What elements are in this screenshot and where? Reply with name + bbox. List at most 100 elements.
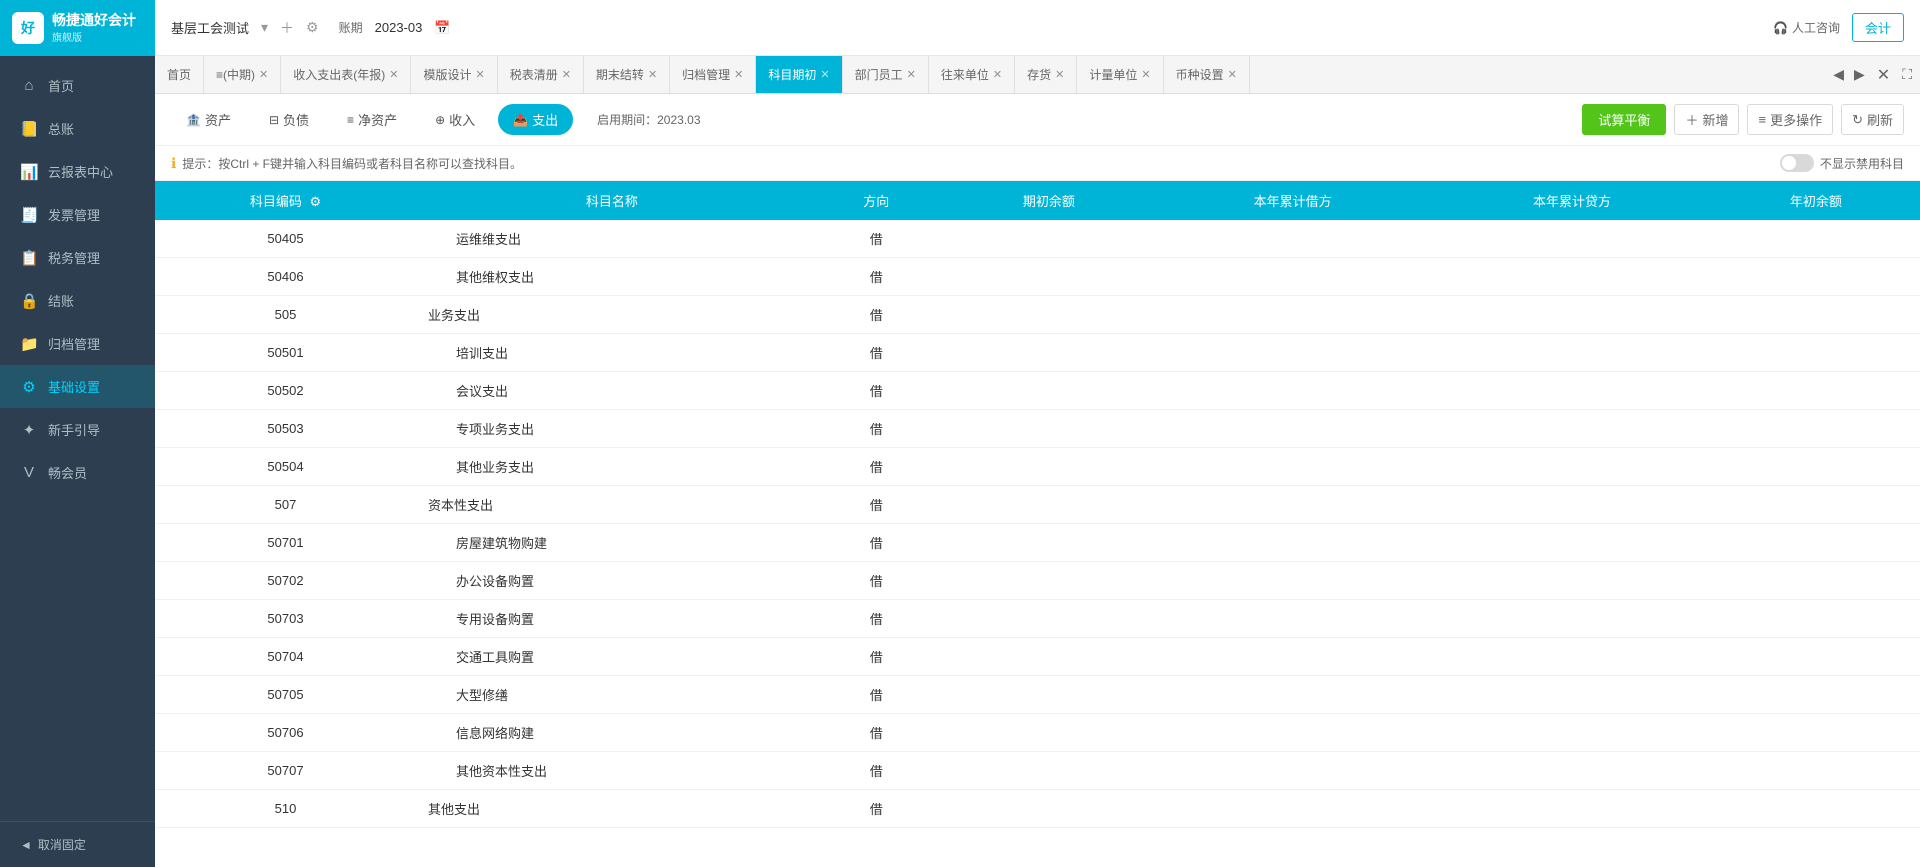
cell-year-opening bbox=[1712, 220, 1920, 258]
sidebar-item-archive[interactable]: 📁归档管理 bbox=[0, 322, 155, 365]
cell-direction: 借 bbox=[808, 638, 945, 676]
cell-opening bbox=[945, 790, 1153, 828]
cell-code: 50501 bbox=[155, 334, 416, 372]
nav-label-member: 畅会员 bbox=[48, 463, 87, 482]
nav-icon-archive: 📁 bbox=[20, 335, 38, 353]
cell-ytd-credit bbox=[1432, 752, 1711, 790]
col-opening: 期初余额 bbox=[945, 181, 1153, 220]
cell-name: 运维维支出 bbox=[416, 220, 808, 258]
toggle-switch[interactable]: 不显示禁用科目 bbox=[1780, 154, 1904, 172]
tab-close-currency[interactable]: ✕ bbox=[1228, 68, 1237, 81]
filter-tab-equity[interactable]: ≡净资产 bbox=[332, 104, 412, 135]
tab-next-icon[interactable]: ▶ bbox=[1850, 64, 1869, 85]
cell-ytd-credit bbox=[1432, 600, 1711, 638]
add-button[interactable]: ＋新增 bbox=[1674, 104, 1739, 135]
tab-unit[interactable]: 计量单位✕ bbox=[1077, 56, 1163, 94]
sidebar-item-close[interactable]: 🔒结账 bbox=[0, 279, 155, 322]
cell-direction: 借 bbox=[808, 296, 945, 334]
tab-dept[interactable]: 部门员工✕ bbox=[843, 56, 929, 94]
cell-year-opening bbox=[1712, 714, 1920, 752]
tab-income[interactable]: 收入支出表(年报)✕ bbox=[281, 56, 411, 94]
sidebar-footer[interactable]: ◄ 取消固定 bbox=[0, 821, 155, 867]
tab-close-tax[interactable]: ✕ bbox=[562, 68, 571, 81]
topbar: 基层工会测试 ▾ ＋ ⚙ 账期 2023-03 📅 🎧 人工咨询 会计 bbox=[155, 0, 1920, 56]
filter-tab-liability[interactable]: ⊟负债 bbox=[254, 104, 324, 135]
sidebar-item-tax[interactable]: 📋税务管理 bbox=[0, 236, 155, 279]
table-body: 50405 运维维支出 借 50406 其他维权支出 借 505 业务支出 借 … bbox=[155, 220, 1920, 828]
tab-close-income[interactable]: ✕ bbox=[389, 68, 398, 81]
tab-close-archive[interactable]: ✕ bbox=[734, 68, 743, 81]
tab-period_end[interactable]: 期末结转✕ bbox=[584, 56, 670, 94]
more-button[interactable]: ≡更多操作 bbox=[1747, 104, 1833, 135]
dropdown-icon[interactable]: ▾ bbox=[261, 19, 268, 36]
cell-ytd-debit bbox=[1153, 334, 1432, 372]
col-settings-icon[interactable]: ⚙ bbox=[310, 194, 322, 209]
logo-icon: 好 bbox=[12, 12, 44, 44]
cell-ytd-credit bbox=[1432, 562, 1711, 600]
tab-close-template[interactable]: ✕ bbox=[475, 68, 484, 81]
cell-code: 505 bbox=[155, 296, 416, 334]
sidebar-item-guide[interactable]: ✦新手引导 bbox=[0, 408, 155, 451]
nav-label-tax: 税务管理 bbox=[48, 248, 100, 267]
add-icon[interactable]: ＋ bbox=[280, 18, 294, 38]
tab-close-unit[interactable]: ✕ bbox=[1141, 68, 1150, 81]
cell-code: 50502 bbox=[155, 372, 416, 410]
tab-close-partner[interactable]: ✕ bbox=[993, 68, 1002, 81]
sidebar-item-report[interactable]: 📊云报表中心 bbox=[0, 150, 155, 193]
cell-ytd-debit bbox=[1153, 790, 1432, 828]
calendar-icon[interactable]: 📅 bbox=[434, 20, 450, 36]
tab-currency[interactable]: 币种设置✕ bbox=[1164, 56, 1250, 94]
col-year-opening: 年初余额 bbox=[1712, 181, 1920, 220]
filter-tab-expense[interactable]: 📤支出 bbox=[498, 104, 573, 135]
nav-icon-report: 📊 bbox=[20, 163, 38, 181]
filter-tab-asset[interactable]: 🏦资产 bbox=[171, 104, 246, 135]
tab-close-inventory[interactable]: ✕ bbox=[1055, 68, 1064, 81]
tab-home[interactable]: 首页 bbox=[155, 56, 204, 94]
filter-label-liability: 负债 bbox=[283, 110, 309, 129]
nav-label-settings: 基础设置 bbox=[48, 377, 100, 396]
cell-ytd-credit bbox=[1432, 524, 1711, 562]
tab-close-interim[interactable]: ✕ bbox=[259, 68, 268, 81]
tab-partner[interactable]: 往来单位✕ bbox=[929, 56, 1015, 94]
toggle-bg[interactable] bbox=[1780, 154, 1814, 172]
tab-prev-icon[interactable]: ◀ bbox=[1829, 64, 1848, 85]
sidebar-item-home[interactable]: ⌂首页 bbox=[0, 64, 155, 107]
sidebar-item-ledger[interactable]: 📒总账 bbox=[0, 107, 155, 150]
sidebar-item-settings[interactable]: ⚙基础设置 bbox=[0, 365, 155, 408]
filter-tab-income[interactable]: ⊕收入 bbox=[420, 104, 490, 135]
balance-button[interactable]: 试算平衡 bbox=[1582, 104, 1666, 135]
tab-interim[interactable]: ≡(中期)✕ bbox=[204, 56, 281, 94]
tab-inventory[interactable]: 存货✕ bbox=[1015, 56, 1077, 94]
cell-name: 培训支出 bbox=[416, 334, 808, 372]
cell-year-opening bbox=[1712, 410, 1920, 448]
table-row: 50702 办公设备购置 借 bbox=[155, 562, 1920, 600]
cell-ytd-debit bbox=[1153, 486, 1432, 524]
tab-subject_period[interactable]: 科目期初✕ bbox=[756, 56, 842, 94]
tab-template[interactable]: 模版设计✕ bbox=[411, 56, 497, 94]
logo-text-block: 畅捷通好会计 旗舰版 bbox=[52, 12, 136, 44]
tab-close-dept[interactable]: ✕ bbox=[907, 68, 916, 81]
cell-name: 资本性支出 bbox=[416, 486, 808, 524]
nav-icon-home: ⌂ bbox=[20, 77, 38, 94]
tabbar: 首页≡(中期)✕收入支出表(年报)✕模版设计✕税表清册✕期末结转✕归档管理✕科目… bbox=[155, 56, 1920, 94]
cell-ytd-debit bbox=[1153, 752, 1432, 790]
cell-opening bbox=[945, 638, 1153, 676]
toggle-label: 不显示禁用科目 bbox=[1820, 155, 1904, 172]
cell-opening bbox=[945, 524, 1153, 562]
settings-icon[interactable]: ⚙ bbox=[306, 19, 319, 36]
tab-archive[interactable]: 归档管理✕ bbox=[670, 56, 756, 94]
table-row: 510 其他支出 借 bbox=[155, 790, 1920, 828]
account-button[interactable]: 会计 bbox=[1852, 13, 1904, 42]
refresh-button[interactable]: ↻刷新 bbox=[1841, 104, 1904, 135]
cell-direction: 借 bbox=[808, 676, 945, 714]
tab-close-subject_period[interactable]: ✕ bbox=[820, 68, 829, 81]
tab-close-all-icon[interactable]: ✕ bbox=[1871, 63, 1896, 87]
sidebar-item-invoice[interactable]: 🧾发票管理 bbox=[0, 193, 155, 236]
sidebar-item-member[interactable]: V畅会员 bbox=[0, 451, 155, 494]
tab-tax[interactable]: 税表清册✕ bbox=[498, 56, 584, 94]
tab-close-period_end[interactable]: ✕ bbox=[648, 68, 657, 81]
cell-name: 专用设备购置 bbox=[416, 600, 808, 638]
tab-expand-icon[interactable]: ⛶ bbox=[1898, 64, 1916, 85]
cell-direction: 借 bbox=[808, 334, 945, 372]
service-button[interactable]: 🎧 人工咨询 bbox=[1773, 19, 1840, 36]
